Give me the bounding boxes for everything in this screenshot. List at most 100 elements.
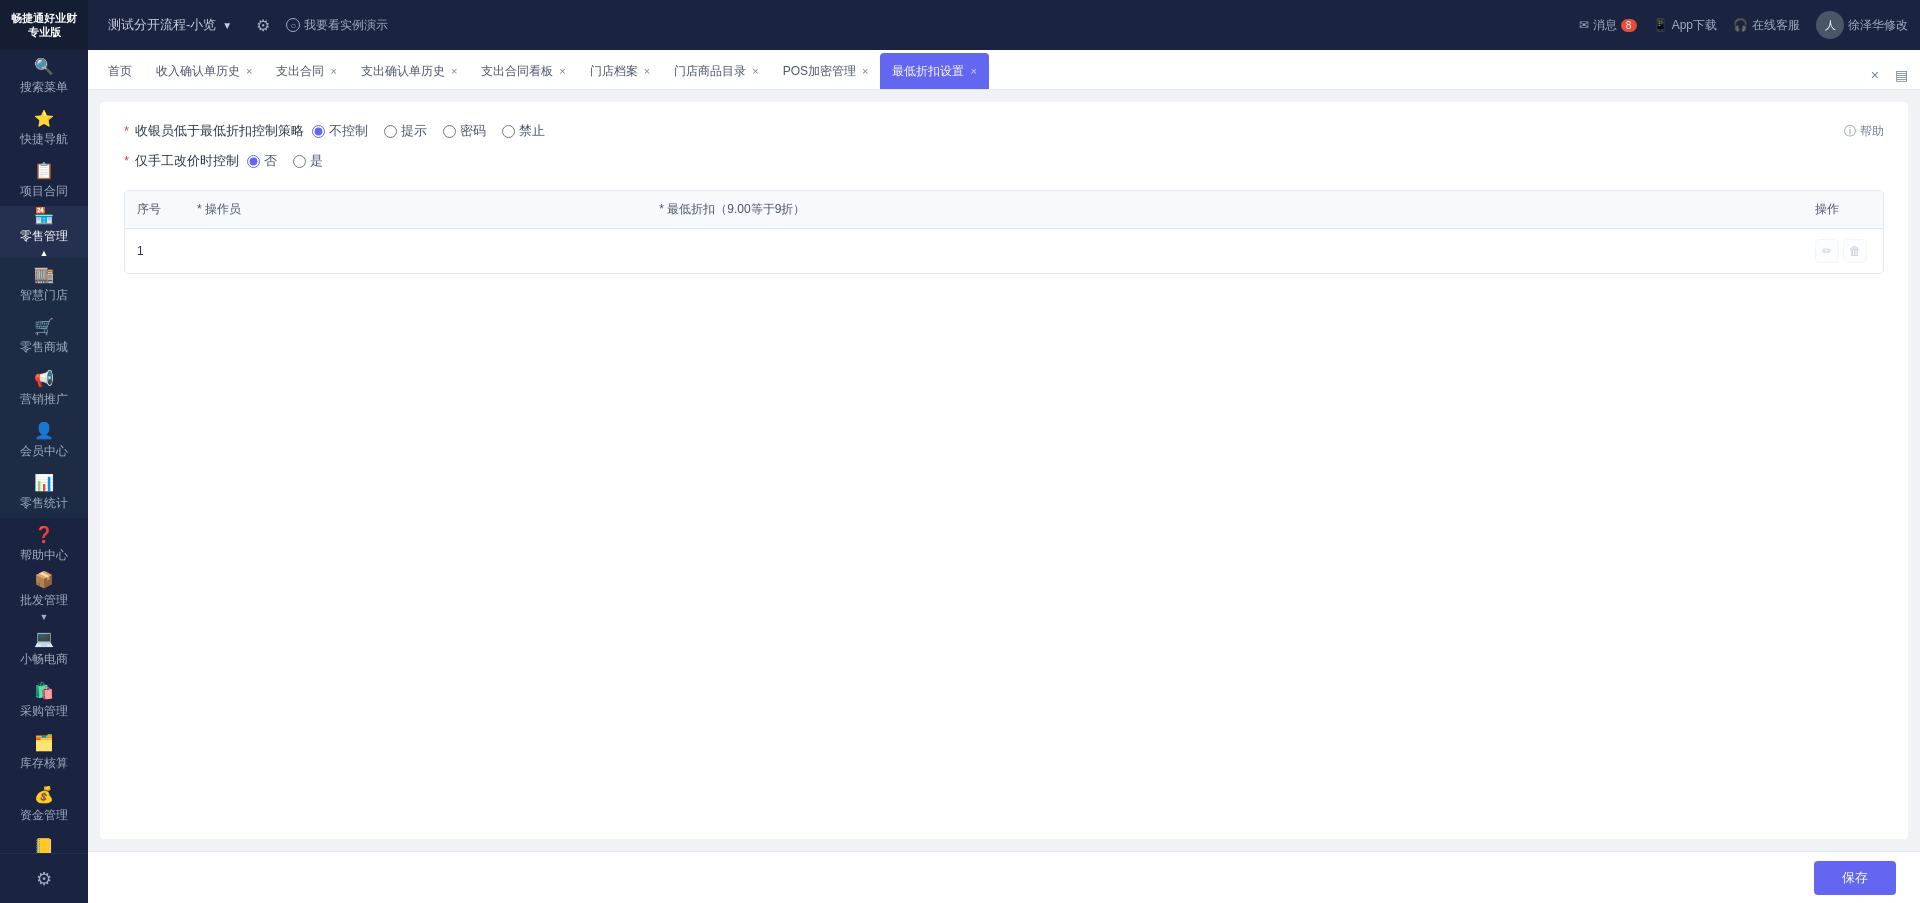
project-selector[interactable]: 测试分开流程-小览 ▼ xyxy=(100,12,240,38)
close-icon[interactable]: × xyxy=(559,65,565,77)
sidebar-item-retail[interactable]: 🏪 零售管理 ▲ xyxy=(0,206,88,258)
sidebar-item-finance[interactable]: 💰 资金管理 xyxy=(0,778,88,830)
sidebar-item-member[interactable]: 👤 会员中心 xyxy=(0,414,88,466)
close-icon[interactable]: × xyxy=(644,65,650,77)
sidebar: 畅捷通好业财 专业版 🔍 搜索菜单 ⭐ 快捷导航 📋 项目合同 🏪 零售管理 ▲… xyxy=(0,0,88,903)
tab-home[interactable]: 首页 xyxy=(96,53,144,89)
project-name: 测试分开流程-小览 xyxy=(108,16,216,34)
topbar-settings-btn[interactable]: ⚙ xyxy=(252,12,274,39)
sidebar-item-label: 会员中心 xyxy=(20,443,68,460)
sidebar-item-label: 零售商城 xyxy=(20,339,68,356)
sidebar-item-wholesale[interactable]: 📦 批发管理 ▼ xyxy=(0,570,88,622)
help-link[interactable]: ⓘ 帮助 xyxy=(1844,123,1884,140)
sidebar-item-quicknav[interactable]: ⭐ 快捷导航 xyxy=(0,102,88,154)
form-section: * 收银员低于最低折扣控制策略 不控制 提示 xyxy=(124,122,1884,170)
chevron-down-icon: ▼ xyxy=(222,20,232,31)
manual-price-radio-group: 否 是 xyxy=(247,152,323,170)
sidebar-item-label: 零售统计 xyxy=(20,495,68,512)
inventory-icon: 🗂️ xyxy=(34,733,54,752)
marketing-icon: 📢 xyxy=(34,369,54,388)
app-download-icon: 📱 xyxy=(1653,18,1668,32)
radio-no[interactable]: 否 xyxy=(247,152,277,170)
sidebar-item-ledger[interactable]: 📒 总账管理 xyxy=(0,830,88,853)
customer-service-btn[interactable]: 🎧 在线客服 xyxy=(1733,17,1800,34)
topbar-right: ✉ 消息 8 📱 App下载 🎧 在线客服 人 徐泽华修改 xyxy=(1579,11,1908,39)
sidebar-item-marketing[interactable]: 📢 营销推广 xyxy=(0,362,88,414)
tab-store-file[interactable]: 门店档案 × xyxy=(578,53,662,89)
logo-text: 畅捷通好业财 专业版 xyxy=(11,11,77,40)
project-icon: 📋 xyxy=(34,161,54,180)
strategy-radio-group: 不控制 提示 密码 禁止 xyxy=(312,122,545,140)
ledger-icon: 📒 xyxy=(34,837,54,854)
sidebar-item-inventory[interactable]: 🗂️ 库存核算 xyxy=(0,726,88,778)
sidebar-item-search[interactable]: 🔍 搜索菜单 xyxy=(0,50,88,102)
quicknav-icon: ⭐ xyxy=(34,109,54,128)
message-btn[interactable]: ✉ 消息 8 xyxy=(1579,17,1637,34)
settings-button[interactable]: ⚙ xyxy=(0,853,88,903)
customer-service-icon: 🎧 xyxy=(1733,18,1748,32)
demo-link[interactable]: ○ 我要看实例演示 xyxy=(286,17,388,34)
table-container: 序号 * 操作员 * 最低折扣（9.00等于9折） 操作 xyxy=(124,190,1884,274)
required-mark-2: * xyxy=(124,153,129,168)
manual-price-label: * 仅手工改价时控制 xyxy=(124,152,239,170)
tab-label: POS加密管理 xyxy=(783,63,856,80)
tab-label: 最低折扣设置 xyxy=(892,63,964,80)
radio-prompt[interactable]: 提示 xyxy=(384,122,427,140)
sidebar-item-project[interactable]: 📋 项目合同 xyxy=(0,154,88,206)
sidebar-item-stats[interactable]: 📊 零售统计 xyxy=(0,466,88,518)
tab-payment-board[interactable]: 支出合同看板 × xyxy=(469,53,577,89)
tab-min-discount[interactable]: 最低折扣设置 × xyxy=(880,53,988,89)
main-area: 测试分开流程-小览 ▼ ⚙ ○ 我要看实例演示 ✉ 消息 8 📱 App下载 🎧… xyxy=(88,0,1920,903)
user-menu[interactable]: 人 徐泽华修改 xyxy=(1816,11,1908,39)
radio-password[interactable]: 密码 xyxy=(443,122,486,140)
close-icon[interactable]: × xyxy=(330,65,336,77)
delete-btn[interactable]: 🗑 xyxy=(1843,239,1867,263)
close-icon[interactable]: × xyxy=(752,65,758,77)
help-label: 帮助 xyxy=(1860,123,1884,140)
app-download-label: App下载 xyxy=(1672,17,1717,34)
help-icon: ❓ xyxy=(34,525,54,544)
tab-label: 支出合同 xyxy=(276,63,324,80)
tab-income-history[interactable]: 收入确认单历史 × xyxy=(144,53,264,89)
tab-label: 门店商品目录 xyxy=(674,63,746,80)
tab-label: 门店档案 xyxy=(590,63,638,80)
message-icon: ✉ xyxy=(1579,18,1589,32)
footer-bar: 保存 xyxy=(88,851,1920,903)
sidebar-item-ecommerce[interactable]: 💻 小畅电商 xyxy=(0,622,88,674)
tab-payment-contract[interactable]: 支出合同 × xyxy=(264,53,348,89)
radio-no-control[interactable]: 不控制 xyxy=(312,122,368,140)
tabs-end-controls: × ▤ xyxy=(1867,65,1912,89)
table-body: 1 ✏ 🗑 xyxy=(125,229,1883,274)
smart-store-icon: 🏬 xyxy=(34,265,54,284)
app-download-btn[interactable]: 📱 App下载 xyxy=(1653,17,1717,34)
tab-payment-confirm-history[interactable]: 支出确认单历史 × xyxy=(349,53,469,89)
close-all-tabs-btn[interactable]: × xyxy=(1867,65,1883,85)
app-logo: 畅捷通好业财 专业版 xyxy=(0,0,88,50)
content-area: * 收银员低于最低折扣控制策略 不控制 提示 xyxy=(88,90,1920,851)
member-icon: 👤 xyxy=(34,421,54,440)
tab-store-products[interactable]: 门店商品目录 × xyxy=(662,53,770,89)
close-icon[interactable]: × xyxy=(246,65,252,77)
sidebar-item-label: 采购管理 xyxy=(20,703,68,720)
expand-icon: ▲ xyxy=(40,248,49,258)
tabs-menu-btn[interactable]: ▤ xyxy=(1891,65,1912,85)
col-seq-header: 序号 xyxy=(125,191,185,229)
demo-circle-icon: ○ xyxy=(286,18,300,32)
sidebar-item-help[interactable]: ❓ 帮助中心 xyxy=(0,518,88,570)
sidebar-item-purchase[interactable]: 🛍️ 采购管理 xyxy=(0,674,88,726)
col-discount-header: * 最低折扣（9.00等于9折） xyxy=(647,191,1803,229)
radio-yes[interactable]: 是 xyxy=(293,152,323,170)
save-button[interactable]: 保存 xyxy=(1814,861,1896,895)
tab-label: 收入确认单历史 xyxy=(156,63,240,80)
sidebar-item-smart-store[interactable]: 🏬 智慧门店 xyxy=(0,258,88,310)
tab-pos-password[interactable]: POS加密管理 × xyxy=(771,53,881,89)
sidebar-item-label: 快捷导航 xyxy=(20,131,68,148)
radio-forbid[interactable]: 禁止 xyxy=(502,122,545,140)
sidebar-item-online-store[interactable]: 🛒 零售商城 xyxy=(0,310,88,362)
search-icon: 🔍 xyxy=(34,57,54,76)
sidebar-item-label: 小畅电商 xyxy=(20,651,68,668)
close-icon[interactable]: × xyxy=(862,65,868,77)
edit-btn[interactable]: ✏ xyxy=(1815,239,1839,263)
close-icon[interactable]: × xyxy=(451,65,457,77)
close-icon[interactable]: × xyxy=(970,65,976,77)
